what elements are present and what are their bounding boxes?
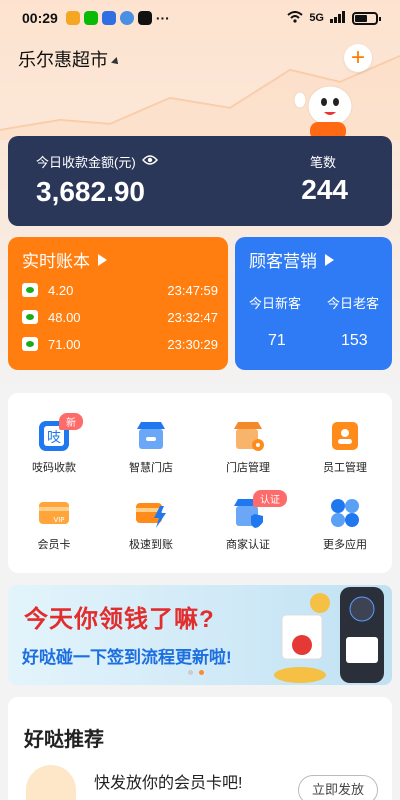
ledger-title: 实时账本 (22, 252, 90, 271)
ledger-time: 23:32:47 (167, 309, 218, 325)
signal-icon (330, 10, 346, 26)
app-more-apps[interactable]: 更多应用 (300, 496, 390, 552)
realtime-ledger-card[interactable]: 实时账本 4.20 23:47:59 48.00 23:32:47 71.00 … (8, 237, 228, 370)
svg-text:VIP: VIP (53, 516, 64, 524)
transaction-count: 244 (301, 174, 348, 205)
status-app-icons: ··· (65, 10, 170, 26)
app-label: 智慧门店 (129, 462, 173, 474)
marketing-title: 顾客营销 (249, 252, 317, 271)
browser-icon (119, 11, 134, 25)
qr-pay-icon: 吱 新 (37, 413, 83, 453)
ledger-title-row[interactable]: 实时账本 (22, 247, 107, 272)
wechat-icon (83, 11, 98, 25)
add-button[interactable]: + (344, 44, 372, 72)
customer-marketing-card[interactable]: 顾客营销 今日新客 今日老客 71 153 (235, 237, 392, 370)
app-label: 吱码收款 (32, 462, 76, 474)
revenue-card[interactable]: 今日收款金额(元) 3,682.90 笔数 244 (8, 136, 392, 226)
app-label: 更多应用 (323, 539, 367, 551)
app-label: 门店管理 (226, 462, 270, 474)
app-smart-store[interactable]: 智慧门店 (106, 419, 196, 475)
banner-title: 今天你领钱了嘛? (24, 606, 215, 633)
banner-pagination (188, 670, 204, 675)
tiktok-icon (137, 11, 152, 25)
revenue-amount: 3,682.90 (36, 176, 145, 207)
vip-card-icon: VIP (37, 496, 71, 530)
status-time: 00:29 (22, 10, 58, 26)
more-apps-icon (328, 496, 362, 530)
pagination-dot[interactable] (188, 670, 193, 675)
returning-customers-label: 今日老客 (327, 296, 380, 311)
recommend-section: 好哒推荐 快发放你的会员卡吧! 立即发放 (8, 697, 392, 800)
wechat-pay-icon (22, 337, 38, 351)
more-notifications-icon: ··· (155, 10, 170, 26)
wechat-pay-icon (22, 283, 38, 297)
ledger-row[interactable]: 48.00 23:32:47 (22, 307, 218, 327)
plus-icon: + (350, 44, 365, 71)
wifi-icon (287, 10, 303, 26)
play-arrow-icon (98, 253, 107, 266)
status-indicators: 5G (287, 10, 381, 26)
mascot-illustration (290, 78, 360, 142)
app-qr-pay[interactable]: 吱 新 吱码收款 (9, 413, 99, 475)
merchant-verify-icon: 认证 (231, 490, 287, 530)
app-fast-settlement[interactable]: 极速到账 (106, 496, 196, 552)
revenue-label: 今日收款金额(元) (36, 155, 136, 170)
ledger-amount: 48.00 (48, 309, 81, 325)
new-customers-label: 今日新客 (249, 296, 302, 311)
ledger-time: 23:30:29 (167, 336, 218, 352)
store-icon (134, 419, 168, 453)
baidu-icon (101, 11, 116, 25)
recommend-thumbnail (26, 765, 76, 800)
dropdown-icon (111, 57, 121, 67)
store-settings-icon (231, 419, 265, 453)
pagination-dot-active[interactable] (199, 670, 204, 675)
staff-icon (328, 419, 362, 453)
apps-grid: 吱 新 吱码收款 智慧门店 门店管理 员工管理 VIP 会员卡 极速到账 认证 … (8, 393, 392, 573)
store-name: 乐尔惠超市 (18, 50, 108, 70)
app-badge: 新 (59, 413, 83, 430)
issue-now-button[interactable]: 立即发放 (298, 775, 378, 800)
marketing-title-row[interactable]: 顾客营销 (249, 247, 334, 272)
transaction-count-label: 笔数 (309, 155, 336, 170)
ledger-amount: 71.00 (48, 336, 81, 352)
app-label: 极速到账 (129, 539, 173, 551)
app-staff-management[interactable]: 员工管理 (300, 419, 390, 475)
app-merchant-verification[interactable]: 认证 商家认证 (203, 490, 293, 552)
ledger-amount: 4.20 (48, 282, 74, 298)
battery-icon (352, 11, 381, 25)
status-bar: 00:29 ··· 5G (0, 0, 400, 36)
eye-icon[interactable] (141, 154, 158, 169)
app-label: 商家认证 (226, 539, 270, 551)
revenue-label-row: 今日收款金额(元) (36, 152, 158, 171)
ledger-row[interactable]: 4.20 23:47:59 (22, 280, 218, 300)
app-badge: 认证 (253, 490, 287, 507)
app-store-management[interactable]: 门店管理 (203, 419, 293, 475)
recommend-item-text: 快发放你的会员卡吧! (94, 775, 243, 792)
network-type: 5G (309, 12, 324, 24)
banner-subtitle: 好哒碰一下签到流程更新啦! (22, 648, 232, 667)
new-customers-value: 71 (268, 332, 286, 349)
fast-settle-icon (134, 496, 168, 530)
play-arrow-icon (325, 253, 334, 266)
wechat-pay-icon (22, 310, 38, 324)
app-vip-card[interactable]: VIP 会员卡 (9, 496, 99, 552)
notification-app-icon (65, 11, 80, 25)
returning-customers-value: 153 (341, 332, 368, 349)
svg-text:吱: 吱 (47, 430, 61, 446)
ledger-row[interactable]: 71.00 23:30:29 (22, 334, 218, 354)
store-selector[interactable]: 乐尔惠超市 (18, 46, 121, 72)
app-label: 会员卡 (37, 539, 71, 551)
app-label: 员工管理 (323, 462, 367, 474)
ledger-time: 23:47:59 (167, 282, 218, 298)
recommend-title: 好哒推荐 (24, 729, 104, 751)
payment-terminal-illustration (274, 587, 384, 683)
